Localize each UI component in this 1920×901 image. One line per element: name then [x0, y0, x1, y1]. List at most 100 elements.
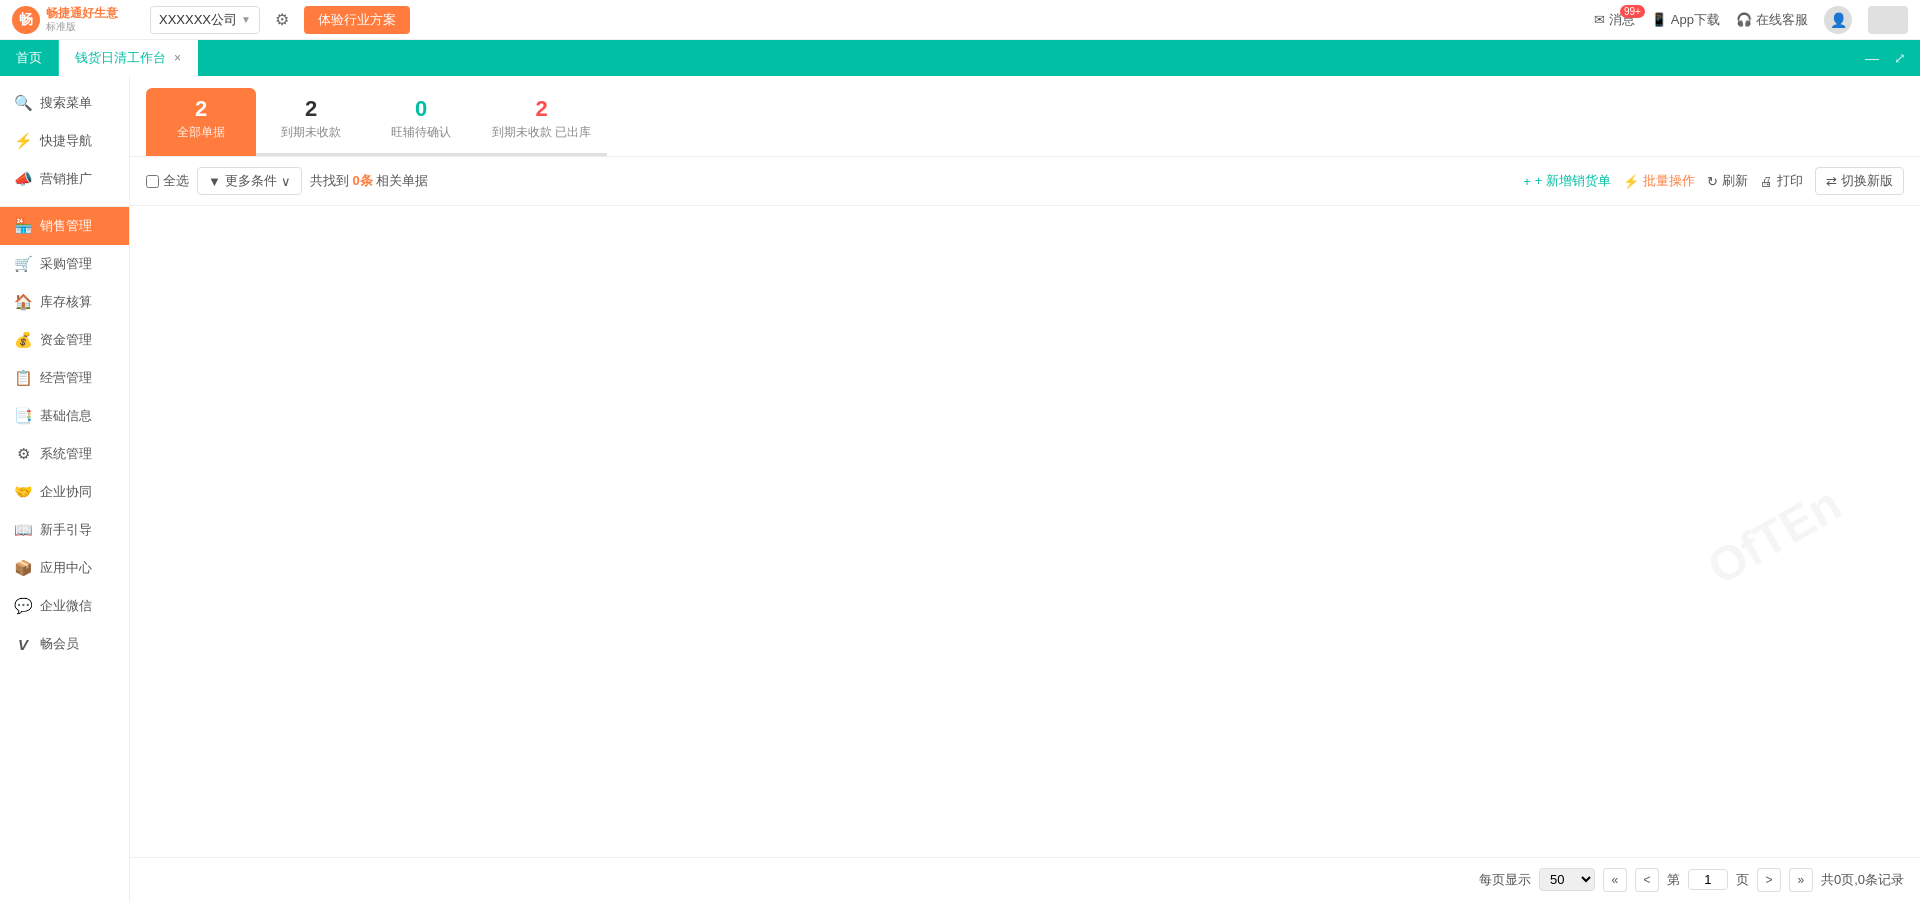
tab-minimize-button[interactable]: —: [1860, 46, 1884, 70]
user-name-area: [1868, 6, 1908, 34]
filter-button[interactable]: ▼ 更多条件 ∨: [197, 167, 302, 195]
batch-operation-button[interactable]: ⚡ 批量操作: [1623, 172, 1695, 190]
sidebar-wechat-label: 企业微信: [40, 597, 92, 615]
stat-tab-wangwang[interactable]: 0 旺辅待确认: [366, 88, 476, 156]
sidebar-item-app-center[interactable]: 📦 应用中心: [0, 549, 129, 587]
toolbar-right: + + 新增销货单 ⚡ 批量操作 ↻ 刷新 🖨 打印 ⇄ 切换新版: [1523, 167, 1904, 195]
stat-overdue-shipped-count: 2: [536, 96, 548, 122]
sidebar-search-area: 🔍 搜索菜单 ⚡ 快捷导航 📣 营销推广: [0, 76, 129, 207]
filter-icon: ▼: [208, 174, 221, 189]
sidebar-item-purchase[interactable]: 🛒 采购管理: [0, 245, 129, 283]
app-download-button[interactable]: 📱 App下载: [1651, 11, 1720, 29]
sidebar-finance-label: 资金管理: [40, 331, 92, 349]
tab-active[interactable]: 钱货日清工作台 ×: [59, 40, 198, 76]
message-icon: ✉: [1594, 12, 1605, 27]
finance-icon: 💰: [14, 331, 32, 349]
message-badge: 99+: [1620, 5, 1645, 18]
logo-area: 畅 畅捷通好生意 标准版: [12, 6, 142, 34]
sidebar-item-guide[interactable]: 📖 新手引导: [0, 511, 129, 549]
stat-overdue-label: 到期未收款: [281, 124, 341, 141]
sidebar-item-quick-nav[interactable]: ⚡ 快捷导航: [0, 122, 129, 160]
page-size-select[interactable]: 50 10 20 100: [1539, 868, 1595, 891]
select-all-label: 全选: [163, 172, 189, 190]
service-icon: 🎧: [1736, 12, 1752, 27]
marketing-icon: 📣: [14, 170, 32, 188]
sidebar-item-member[interactable]: V 畅会员: [0, 625, 129, 663]
guide-icon: 📖: [14, 521, 32, 539]
stat-overdue-count: 2: [305, 96, 317, 122]
page-size-label: 每页显示: [1479, 871, 1531, 889]
logo-icon: 畅: [12, 6, 40, 34]
page-input[interactable]: [1688, 869, 1728, 890]
tab-maximize-button[interactable]: ⤢: [1888, 46, 1912, 70]
stat-all-label: 全部单据: [177, 124, 225, 141]
tab-close-icon[interactable]: ×: [174, 51, 181, 65]
stat-tab-overdue-shipped[interactable]: 2 到期未收款 已出库: [476, 88, 607, 156]
prev-page-button[interactable]: <: [1635, 868, 1659, 892]
sidebar-enterprise-label: 企业协同: [40, 483, 92, 501]
add-label: + 新增销货单: [1535, 172, 1611, 190]
select-all-checkbox[interactable]: 全选: [146, 172, 189, 190]
sidebar-item-system[interactable]: ⚙ 系统管理: [0, 435, 129, 473]
add-order-button[interactable]: + + 新增销货单: [1523, 172, 1611, 190]
company-selector[interactable]: XXXXXX公司 ▼: [150, 6, 260, 34]
online-service-label: 在线客服: [1756, 11, 1808, 29]
sidebar-item-enterprise[interactable]: 🤝 企业协同: [0, 473, 129, 511]
sidebar-item-inventory[interactable]: 🏠 库存核算: [0, 283, 129, 321]
purchase-icon: 🛒: [14, 255, 32, 273]
last-page-button[interactable]: »: [1789, 868, 1813, 892]
quick-nav-icon: ⚡: [14, 132, 32, 150]
sidebar-purchase-label: 采购管理: [40, 255, 92, 273]
select-all-input[interactable]: [146, 175, 159, 188]
main-layout: 🔍 搜索菜单 ⚡ 快捷导航 📣 营销推广 🏪 销售管理 🛒 采购管理 🏠 库存核…: [0, 76, 1920, 901]
sidebar-guide-label: 新手引导: [40, 521, 92, 539]
sidebar-item-base-info[interactable]: 📑 基础信息: [0, 397, 129, 435]
sidebar-item-sales[interactable]: 🏪 销售管理: [0, 207, 129, 245]
inventory-icon: 🏠: [14, 293, 32, 311]
chevron-down-icon: ∨: [281, 174, 291, 189]
batch-icon: ⚡: [1623, 174, 1639, 189]
refresh-button[interactable]: ↻ 刷新: [1707, 172, 1748, 190]
tab-active-label: 钱货日清工作台: [75, 49, 166, 67]
sidebar-item-wechat[interactable]: 💬 企业微信: [0, 587, 129, 625]
switch-version-button[interactable]: ⇄ 切换新版: [1815, 167, 1904, 195]
sidebar-marketing-label: 营销推广: [40, 170, 92, 188]
total-text: 共0页,0条记录: [1821, 871, 1904, 889]
stat-tab-overdue[interactable]: 2 到期未收款: [256, 88, 366, 156]
base-info-icon: 📑: [14, 407, 32, 425]
settings-button[interactable]: ⚙: [268, 6, 296, 34]
toolbar: 全选 ▼ 更多条件 ∨ 共找到 0条 相关单据 + + 新增销货单: [130, 157, 1920, 206]
system-icon: ⚙: [14, 445, 32, 463]
tab-bar: 首页 钱货日清工作台 × — ⤢: [0, 40, 1920, 76]
print-icon: 🖨: [1760, 174, 1773, 189]
enterprise-icon: 🤝: [14, 483, 32, 501]
sidebar-base-info-label: 基础信息: [40, 407, 92, 425]
trial-button[interactable]: 体验行业方案: [304, 6, 410, 34]
sidebar-search-label: 搜索菜单: [40, 94, 92, 112]
sidebar-item-search[interactable]: 🔍 搜索菜单: [0, 84, 129, 122]
pagination-bar: 每页显示 50 10 20 100 « < 第 页 > » 共0页,0条记录: [130, 857, 1920, 901]
sidebar-sales-label: 销售管理: [40, 217, 92, 235]
first-page-button[interactable]: «: [1603, 868, 1627, 892]
sidebar-item-operations[interactable]: 📋 经营管理: [0, 359, 129, 397]
tab-spacer: [198, 40, 1852, 76]
sales-icon: 🏪: [14, 217, 32, 235]
sidebar-item-finance[interactable]: 💰 资金管理: [0, 321, 129, 359]
next-page-button[interactable]: >: [1757, 868, 1781, 892]
sidebar-inventory-label: 库存核算: [40, 293, 92, 311]
sidebar-item-marketing[interactable]: 📣 营销推广: [0, 160, 129, 198]
stats-tabs: 2 全部单据 2 到期未收款 0 旺辅待确认 2 到期未收款 已出库: [130, 76, 1920, 157]
stat-tab-all[interactable]: 2 全部单据: [146, 88, 256, 156]
print-button[interactable]: 🖨 打印: [1760, 172, 1803, 190]
tab-home[interactable]: 首页: [0, 40, 59, 76]
avatar[interactable]: 👤: [1824, 6, 1852, 34]
sidebar-operations-label: 经营管理: [40, 369, 92, 387]
stat-wangwang-count: 0: [415, 96, 427, 122]
message-button[interactable]: ✉ 消息 99+: [1594, 11, 1635, 29]
logo-subtitle: 标准版: [46, 21, 118, 33]
found-prefix: 共找到: [310, 173, 349, 188]
header-right: ✉ 消息 99+ 📱 App下载 🎧 在线客服 👤: [1594, 6, 1908, 34]
online-service-button[interactable]: 🎧 在线客服: [1736, 11, 1808, 29]
page-suffix: 页: [1736, 871, 1749, 889]
chevron-down-icon: ▼: [241, 14, 251, 25]
